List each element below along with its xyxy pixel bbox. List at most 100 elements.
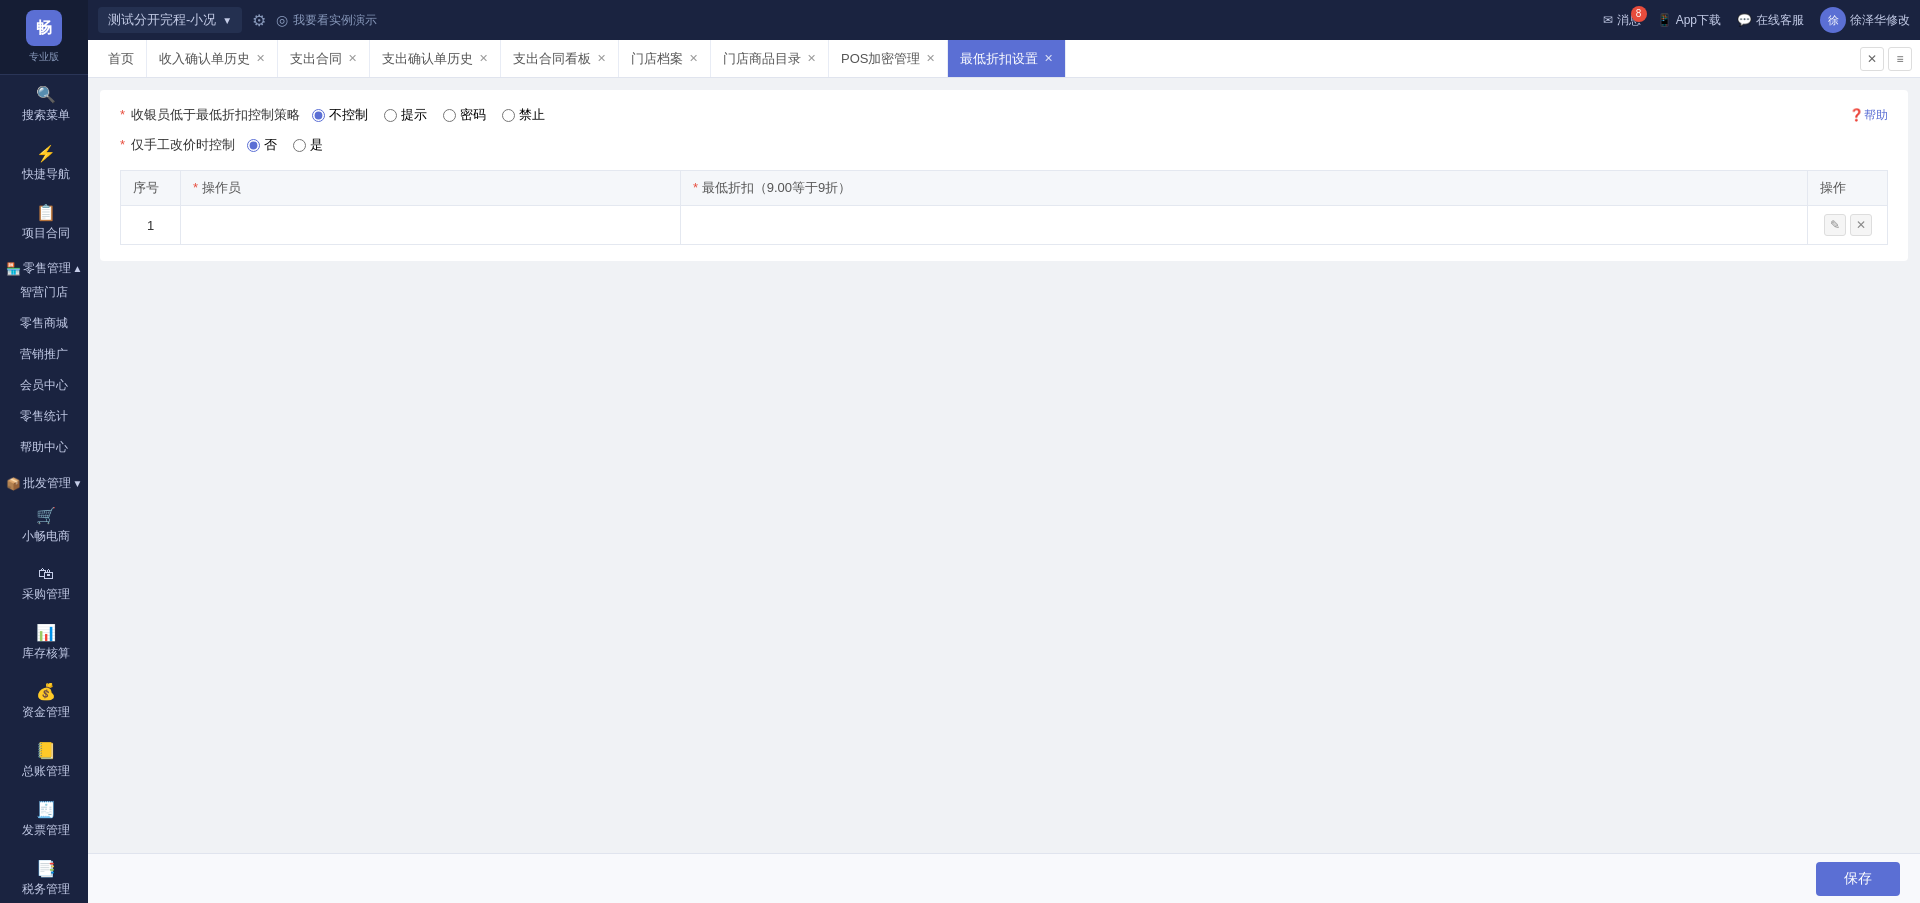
tab-payment-confirm[interactable]: 支出确认单历史 ✕ xyxy=(370,40,501,78)
message-badge: 8 xyxy=(1631,6,1647,22)
tab-payment-board[interactable]: 支出合同看板 ✕ xyxy=(501,40,619,78)
tab-close-icon[interactable]: ✕ xyxy=(807,52,816,65)
tab-close-icon[interactable]: ✕ xyxy=(1044,52,1053,65)
option-remind[interactable]: 提示 xyxy=(384,106,427,124)
delete-row-button[interactable]: ✕ xyxy=(1850,214,1872,236)
ecommerce-icon: 🛒 xyxy=(36,506,56,525)
tab-min-discount[interactable]: 最低折扣设置 ✕ xyxy=(948,40,1066,78)
table-container: 序号 * 操作员 * 最低折扣（9.00等于9折） 操作 1 xyxy=(120,170,1888,245)
sidebar-item-label: 项目合同 xyxy=(22,225,70,242)
sidebar-item-project[interactable]: 📋 项目合同 xyxy=(0,193,88,252)
demo-icon: ◎ xyxy=(276,12,288,28)
sidebar-item-members[interactable]: 会员中心 xyxy=(4,370,84,401)
tab-store-file[interactable]: 门店档案 ✕ xyxy=(619,40,711,78)
sidebar-item-help[interactable]: 帮助中心 xyxy=(4,432,84,463)
sidebar-item-batch-mgmt[interactable]: 📦 批发管理 ▼ xyxy=(0,467,88,496)
tab-label: 门店档案 xyxy=(631,50,683,68)
batch-icon: 📦 xyxy=(6,477,21,491)
project-name: 测试分开完程-小况 xyxy=(108,11,216,29)
save-button[interactable]: 保存 xyxy=(1816,862,1900,896)
sidebar-item-smart-store[interactable]: 智营门店 xyxy=(4,277,84,308)
tab-close-icon[interactable]: ✕ xyxy=(926,52,935,65)
option-label: 否 xyxy=(264,136,277,154)
tabs-more-button[interactable]: ≡ xyxy=(1888,47,1912,71)
option-label: 密码 xyxy=(460,106,486,124)
ledger-icon: 📒 xyxy=(36,741,56,760)
logo-icon: 畅 xyxy=(26,10,62,46)
project-chevron-icon: ▼ xyxy=(222,15,232,26)
sidebar-item-online-store[interactable]: 零售商城 xyxy=(4,308,84,339)
sidebar-item-retail-mgmt[interactable]: 🏪 零售管理 ▲ 智营门店 零售商城 营销推广 会员中心 零售统计 帮助中心 xyxy=(0,252,88,467)
cell-discount xyxy=(681,206,1808,245)
topbar-project[interactable]: 测试分开完程-小况 ▼ xyxy=(98,7,242,33)
main-area: 测试分开完程-小况 ▼ ⚙ ◎ 我要看实例演示 ✉ 消息 8 📱 App下载 💬… xyxy=(88,0,1920,903)
sidebar-item-label: 库存核算 xyxy=(22,645,70,662)
tab-label: POS加密管理 xyxy=(841,50,920,68)
sidebar-item-inventory[interactable]: 📊 库存核算 xyxy=(0,613,88,672)
tab-label: 最低折扣设置 xyxy=(960,50,1038,68)
sidebar-item-shortcuts[interactable]: ⚡ 快捷导航 xyxy=(0,134,88,193)
required-star: * xyxy=(120,137,125,152)
option-password[interactable]: 密码 xyxy=(443,106,486,124)
sidebar-item-search[interactable]: 🔍 搜索菜单 xyxy=(0,75,88,134)
topbar-demo[interactable]: ◎ 我要看实例演示 xyxy=(276,12,377,29)
cell-action: ✎ ✕ xyxy=(1808,206,1888,245)
tab-close-icon[interactable]: ✕ xyxy=(479,52,488,65)
tab-close-icon[interactable]: ✕ xyxy=(256,52,265,65)
sidebar-logo: 畅 专业版 xyxy=(0,0,88,75)
option-forbid[interactable]: 禁止 xyxy=(502,106,545,124)
option-yes[interactable]: 是 xyxy=(293,136,323,154)
sidebar-item-invoice[interactable]: 🧾 发票管理 xyxy=(0,790,88,849)
tabs-bar: 首页 收入确认单历史 ✕ 支出合同 ✕ 支出确认单历史 ✕ 支出合同看板 ✕ 门… xyxy=(88,40,1920,78)
tab-label: 收入确认单历史 xyxy=(159,50,250,68)
sidebar-item-label: 发票管理 xyxy=(22,822,70,839)
tab-close-icon[interactable]: ✕ xyxy=(597,52,606,65)
sidebar-item-ecommerce[interactable]: 🛒 小畅电商 xyxy=(0,496,88,555)
message-button[interactable]: ✉ 消息 8 xyxy=(1603,12,1641,29)
radio-no[interactable] xyxy=(247,139,260,152)
radio-yes[interactable] xyxy=(293,139,306,152)
sidebar: 畅 专业版 🔍 搜索菜单 ⚡ 快捷导航 📋 项目合同 🏪 零售管理 ▲ 智营门店… xyxy=(0,0,88,903)
message-icon: ✉ xyxy=(1603,13,1613,27)
tab-pos-lock[interactable]: POS加密管理 ✕ xyxy=(829,40,948,78)
tab-close-icon[interactable]: ✕ xyxy=(689,52,698,65)
sidebar-item-retail-stats[interactable]: 零售统计 xyxy=(4,401,84,432)
discount-strategy-row: * 收银员低于最低折扣控制策略 不控制 提示 密码 xyxy=(120,106,1888,124)
sidebar-item-label: 资金管理 xyxy=(22,704,70,721)
radio-no-control[interactable] xyxy=(312,109,325,122)
online-service-label: 在线客服 xyxy=(1756,12,1804,29)
radio-password[interactable] xyxy=(443,109,456,122)
retail-mgmt-icon: 🏪 xyxy=(6,262,21,276)
option-no-control[interactable]: 不控制 xyxy=(312,106,368,124)
help-link[interactable]: ❓帮助 xyxy=(1849,107,1888,124)
sidebar-item-finance[interactable]: 💰 资金管理 xyxy=(0,672,88,731)
sidebar-item-tax[interactable]: 📑 税务管理 xyxy=(0,849,88,903)
table-row: 1 ✎ ✕ xyxy=(121,206,1888,245)
tab-label: 支出确认单历史 xyxy=(382,50,473,68)
online-service-button[interactable]: 💬 在线客服 xyxy=(1737,12,1804,29)
app-download-button[interactable]: 📱 App下载 xyxy=(1657,12,1721,29)
sidebar-item-purchase[interactable]: 🛍 采购管理 xyxy=(0,555,88,613)
sidebar-item-marketing[interactable]: 营销推广 xyxy=(4,339,84,370)
user-avatar: 徐 xyxy=(1820,7,1846,33)
tab-close-icon[interactable]: ✕ xyxy=(348,52,357,65)
manual-control-options: 否 是 xyxy=(247,136,323,154)
col-header-operator: * 操作员 xyxy=(181,171,681,206)
tab-home[interactable]: 首页 xyxy=(96,40,147,78)
sidebar-item-label: 税务管理 xyxy=(22,881,70,898)
finance-icon: 💰 xyxy=(36,682,56,701)
tabs-close-button[interactable]: ✕ xyxy=(1860,47,1884,71)
radio-remind[interactable] xyxy=(384,109,397,122)
user-name: 徐泽华修改 xyxy=(1850,12,1910,29)
user-menu[interactable]: 徐 徐泽华修改 xyxy=(1820,7,1910,33)
tab-income[interactable]: 收入确认单历史 ✕ xyxy=(147,40,278,78)
sidebar-item-label: 搜索菜单 xyxy=(22,107,70,124)
topbar-settings-button[interactable]: ⚙ xyxy=(252,11,266,30)
tab-store-goods[interactable]: 门店商品目录 ✕ xyxy=(711,40,829,78)
sidebar-item-ledger[interactable]: 📒 总账管理 xyxy=(0,731,88,790)
tab-payment[interactable]: 支出合同 ✕ xyxy=(278,40,370,78)
option-no[interactable]: 否 xyxy=(247,136,277,154)
edit-row-button[interactable]: ✎ xyxy=(1824,214,1846,236)
required-star: * xyxy=(120,107,125,122)
radio-forbid[interactable] xyxy=(502,109,515,122)
